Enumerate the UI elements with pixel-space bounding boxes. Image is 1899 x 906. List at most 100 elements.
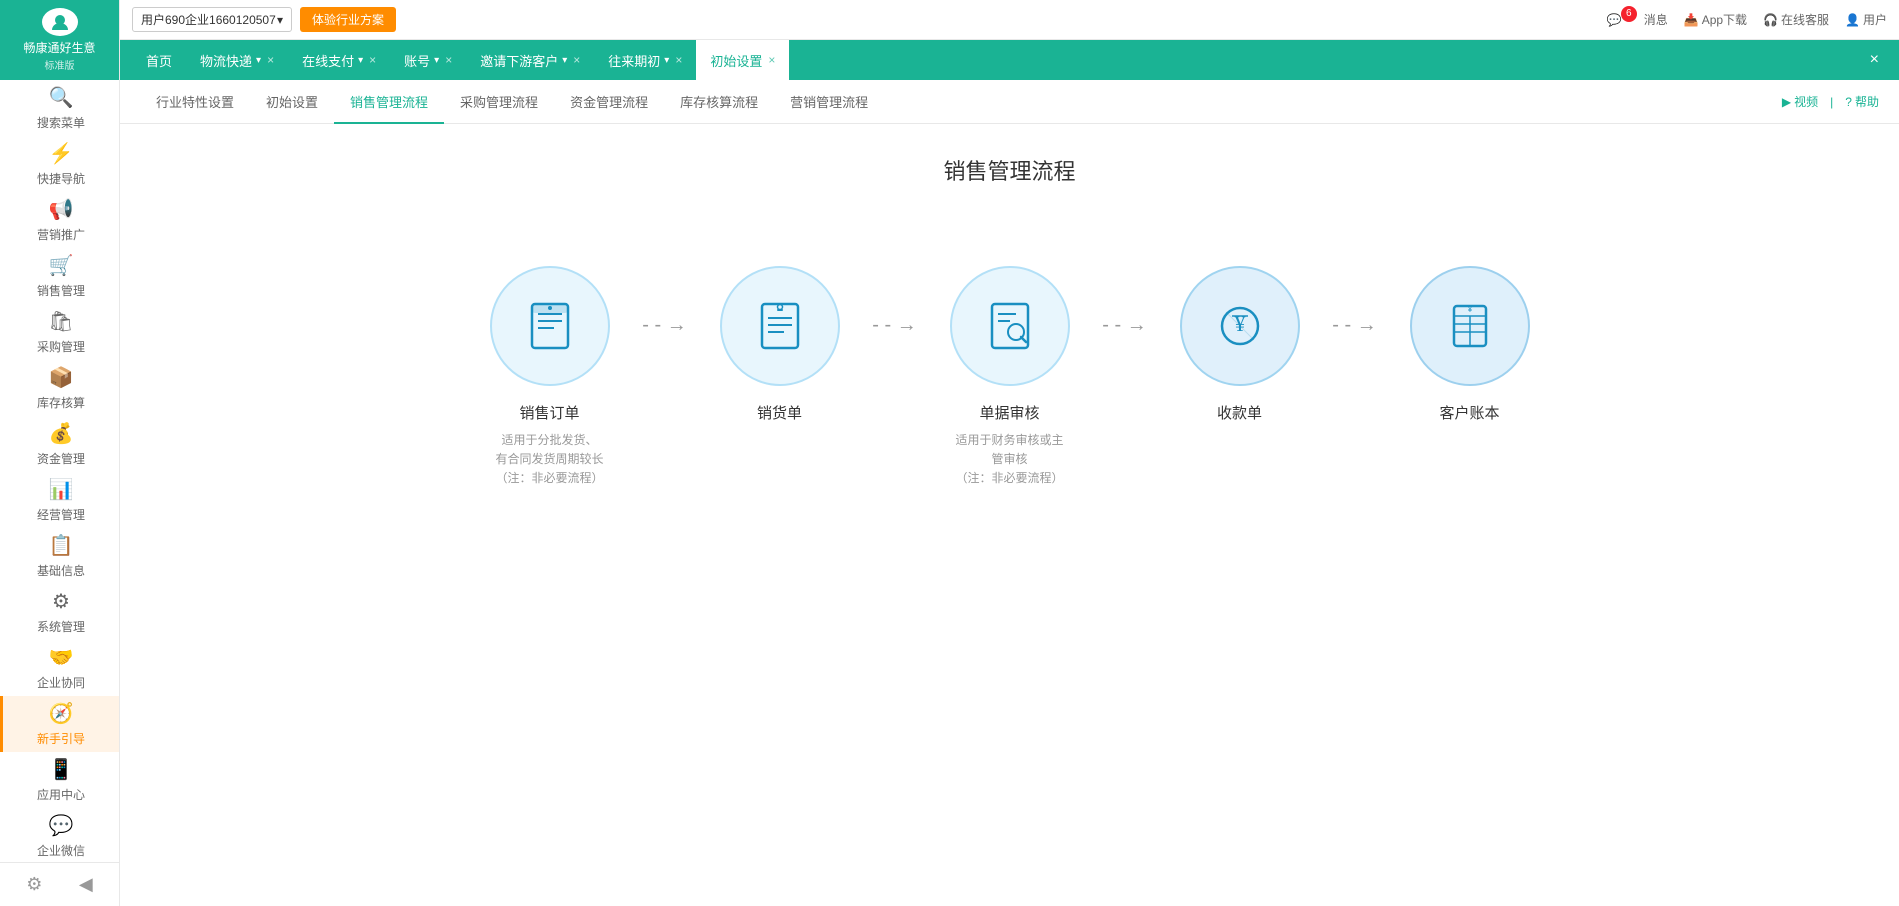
flow-desc-sales-order: 适用于分批发货、有合同发货周期较长（注：非必要流程）: [495, 431, 603, 489]
subtab-purchase-flow[interactable]: 采购管理流程: [444, 80, 554, 124]
arrow-icon-4: - - →: [1332, 314, 1376, 337]
nav-tab-home[interactable]: 首页: [132, 40, 186, 80]
subtab-industry[interactable]: 行业特性设置: [140, 80, 250, 124]
sales-icon: 🛒: [49, 253, 74, 278]
payment-close-icon[interactable]: ×: [369, 53, 376, 67]
nav-tab-payment-label: 在线支付: [302, 51, 354, 70]
sidebar-item-enterprise-coop[interactable]: 🤝 企业协同: [0, 640, 119, 696]
flow-label-receipt: 收款单: [1217, 402, 1262, 423]
help-btn[interactable]: ? 帮助: [1845, 93, 1879, 110]
sidebar-logo: 畅康通好生意 标准版: [0, 0, 119, 80]
flow-diagram: 销售订单 适用于分批发货、有合同发货周期较长（注：非必要流程） - - →: [160, 246, 1859, 509]
message-btn[interactable]: 💬 6 消息: [1607, 11, 1668, 28]
nav-tab-period[interactable]: 往来期初 ▾ ×: [594, 40, 696, 80]
subtab-inventory-flow[interactable]: 库存核算流程: [664, 80, 774, 124]
sidebar-item-operations[interactable]: 📊 经营管理: [0, 472, 119, 528]
sidebar-item-finance-label: 资金管理: [37, 450, 85, 467]
sidebar: 畅康通好生意 标准版 🔍 搜索菜单 ⚡ 快捷导航 📢 营销推广 🛒 销售管理 🛍…: [0, 0, 120, 906]
message-label: 消息: [1644, 11, 1668, 28]
marketing-icon: 📢: [49, 197, 74, 222]
flow-label-sales-order: 销售订单: [519, 402, 579, 423]
sidebar-item-marketing-label: 营销推广: [37, 226, 85, 243]
finance-icon: 💰: [49, 421, 74, 446]
nav-tab-account[interactable]: 账号 ▾ ×: [390, 40, 466, 80]
avatar-icon: 👤: [1845, 13, 1860, 27]
flow-item-sales-order: 销售订单 适用于分批发货、有合同发货周期较长（注：非必要流程）: [460, 266, 640, 489]
sidebar-item-guide[interactable]: 🧭 新手引导: [0, 696, 119, 752]
nav-tab-home-label: 首页: [146, 51, 172, 70]
sidebar-item-system[interactable]: ⚙ 系统管理: [0, 584, 119, 640]
sidebar-item-inventory-label: 库存核算: [37, 394, 85, 411]
trial-button[interactable]: 体验行业方案: [300, 7, 396, 32]
subtab-finance-flow[interactable]: 资金管理流程: [554, 80, 664, 124]
sidebar-item-marketing[interactable]: 📢 营销推广: [0, 192, 119, 248]
system-icon: ⚙: [52, 589, 70, 614]
video-btn[interactable]: ▶ 视频: [1782, 93, 1818, 110]
flow-circle-account-book: ¥: [1410, 266, 1530, 386]
sidebar-item-enterprise-wechat[interactable]: 💬 企业微信: [0, 808, 119, 862]
sidebar-item-app-center[interactable]: 📱 应用中心: [0, 752, 119, 808]
logistics-close-icon[interactable]: ×: [267, 53, 274, 67]
nav-tab-invite[interactable]: 邀请下游客户 ▾ ×: [466, 40, 594, 80]
sidebar-item-sales[interactable]: 🛒 销售管理: [0, 248, 119, 304]
subtab-marketing-flow[interactable]: 营销管理流程: [774, 80, 884, 124]
flow-item-audit: 单据审核 适用于财务审核或主管审核（注：非必要流程）: [920, 266, 1100, 489]
subtab-marketing-flow-label: 营销管理流程: [790, 92, 868, 111]
user-avatar-btn[interactable]: 👤 用户: [1845, 11, 1887, 28]
nav-tab-logistics[interactable]: 物流快递 ▾ ×: [186, 40, 288, 80]
flow-arrow-4: - - →: [1330, 266, 1380, 337]
help-icon: ?: [1845, 95, 1852, 109]
account-close-icon[interactable]: ×: [445, 53, 452, 67]
guide-icon: 🧭: [49, 701, 74, 726]
sub-tabs: 行业特性设置 初始设置 销售管理流程 采购管理流程 资金管理流程 库存核算流程 …: [120, 80, 1899, 124]
collapse-icon[interactable]: ◀: [79, 874, 93, 895]
app-download-btn[interactable]: 📥 App下载: [1684, 11, 1747, 28]
app-version: 标准版: [45, 57, 75, 72]
sidebar-item-finance[interactable]: 💰 资金管理: [0, 416, 119, 472]
sidebar-item-baseinfo-label: 基础信息: [37, 562, 85, 579]
sidebar-item-search[interactable]: 🔍 搜索菜单: [0, 80, 119, 136]
invite-close-icon[interactable]: ×: [573, 53, 580, 67]
sidebar-item-sales-label: 销售管理: [37, 282, 85, 299]
sidebar-item-quick[interactable]: ⚡ 快捷导航: [0, 136, 119, 192]
flow-item-account-book: ¥ 客户账本: [1380, 266, 1560, 431]
app-center-icon: 📱: [49, 757, 74, 782]
sidebar-item-guide-label: 新手引导: [37, 730, 85, 747]
app-name: 畅康通好生意: [23, 40, 95, 57]
online-service-btn[interactable]: 🎧 在线客服: [1763, 11, 1829, 28]
user-dropdown[interactable]: 用户690企业1660120507 ▾: [132, 7, 292, 32]
account-arrow-icon: ▾: [434, 55, 439, 66]
sidebar-item-purchase-label: 采购管理: [37, 338, 85, 355]
sidebar-item-inventory[interactable]: 📦 库存核算: [0, 360, 119, 416]
svg-text:¥: ¥: [1234, 311, 1245, 336]
user-name-label: 用户: [1863, 11, 1887, 28]
flow-circle-sales-order: [490, 266, 610, 386]
subtab-right: ▶ 视频 | ? 帮助: [1782, 93, 1879, 110]
subtab-initial[interactable]: 初始设置: [250, 80, 334, 124]
settings-icon[interactable]: ⚙: [26, 874, 42, 895]
subtab-sales-flow[interactable]: 销售管理流程: [334, 80, 444, 124]
sidebar-item-app-center-label: 应用中心: [37, 786, 85, 803]
top-bar-left: 用户690企业1660120507 ▾ 体验行业方案: [132, 7, 396, 32]
logo-icon: [42, 8, 78, 36]
nav-close-btn[interactable]: ×: [1862, 51, 1887, 69]
flow-item-sales-invoice: 销货单: [690, 266, 870, 431]
nav-tab-initial-setup[interactable]: 初始设置 ×: [696, 40, 789, 80]
invite-arrow-icon: ▾: [562, 55, 567, 66]
sidebar-item-system-label: 系统管理: [37, 618, 85, 635]
logistics-arrow-icon: ▾: [256, 55, 261, 66]
flow-item-receipt: ¥ 收款单: [1150, 266, 1330, 431]
flow-label-account-book: 客户账本: [1439, 402, 1499, 423]
page-body: 销售管理流程 销售订单 适用于分批发货、有合同发货周期较长（注：非必要流程）: [120, 124, 1899, 539]
sidebar-item-search-label: 搜索菜单: [37, 114, 85, 131]
video-label: 视频: [1794, 93, 1818, 110]
initial-setup-close-icon[interactable]: ×: [768, 53, 775, 67]
sidebar-item-purchase[interactable]: 🛍 采购管理: [0, 304, 119, 360]
period-close-icon[interactable]: ×: [675, 53, 682, 67]
subtab-finance-flow-label: 资金管理流程: [570, 92, 648, 111]
nav-tab-payment[interactable]: 在线支付 ▾ ×: [288, 40, 390, 80]
message-icon: 💬: [1607, 13, 1622, 27]
sidebar-item-baseinfo[interactable]: 📋 基础信息: [0, 528, 119, 584]
period-arrow-icon: ▾: [664, 55, 669, 66]
sidebar-item-operations-label: 经营管理: [37, 506, 85, 523]
